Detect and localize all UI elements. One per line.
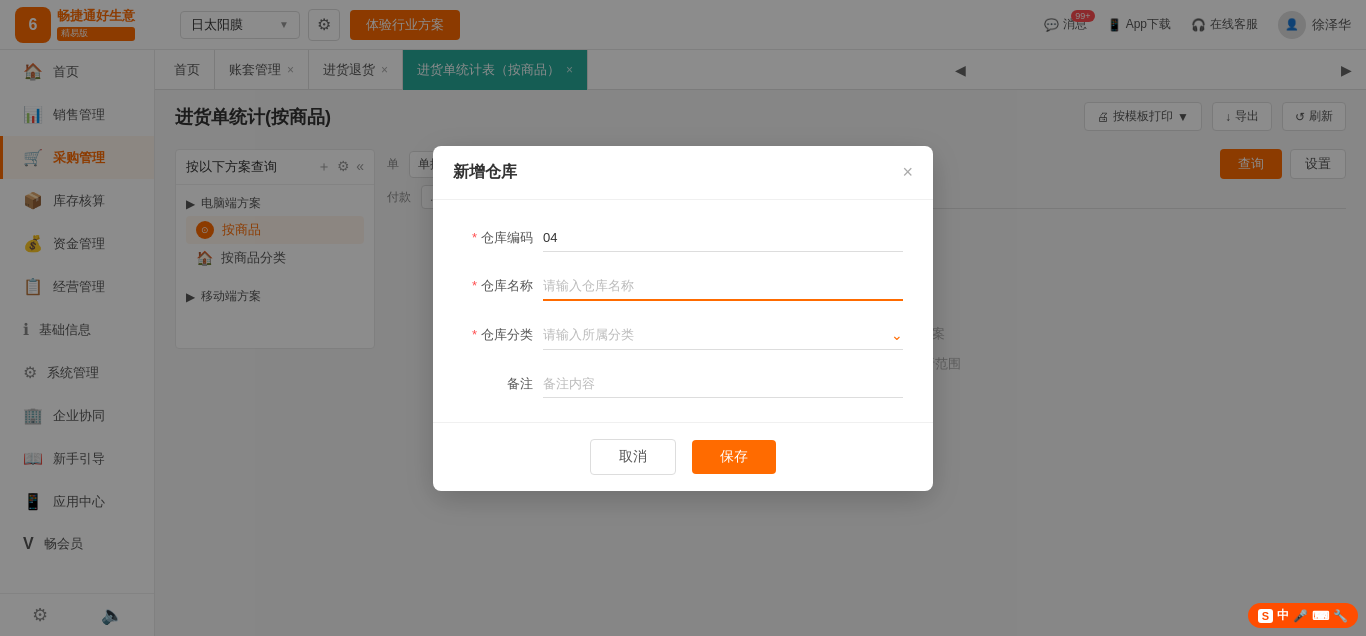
required-star-category: *: [472, 327, 477, 342]
bottom-right-badge: S 中 🎤 ⌨ 🔧: [1248, 603, 1358, 628]
required-star-code: *: [472, 230, 477, 245]
category-select[interactable]: ⌄: [543, 321, 903, 350]
dialog-footer: 取消 保存: [433, 422, 933, 491]
form-row-code: *仓库编码: [463, 224, 903, 252]
name-label: *仓库名称: [463, 277, 533, 295]
dialog-header: 新增仓库 ×: [433, 146, 933, 200]
category-arrow-icon: ⌄: [891, 327, 903, 343]
name-input[interactable]: [543, 272, 903, 301]
category-input[interactable]: [543, 327, 891, 342]
code-input[interactable]: [543, 224, 903, 252]
keyboard-icon: ⌨: [1312, 609, 1329, 623]
code-label: *仓库编码: [463, 229, 533, 247]
dialog-overlay[interactable]: 新增仓库 × *仓库编码 *仓库名称 *仓库分类: [0, 0, 1366, 636]
note-input[interactable]: [543, 370, 903, 398]
tools-icon: 🔧: [1333, 609, 1348, 623]
category-label: *仓库分类: [463, 326, 533, 344]
form-row-category: *仓库分类 ⌄: [463, 321, 903, 350]
save-button[interactable]: 保存: [692, 440, 776, 474]
note-label: 备注: [463, 375, 533, 393]
dialog-title: 新增仓库: [453, 162, 517, 183]
new-warehouse-dialog: 新增仓库 × *仓库编码 *仓库名称 *仓库分类: [433, 146, 933, 491]
s-logo: S: [1258, 609, 1273, 623]
cancel-button[interactable]: 取消: [590, 439, 676, 475]
form-row-note: 备注: [463, 370, 903, 398]
dialog-close-icon[interactable]: ×: [902, 163, 913, 181]
mic-icon: 🎤: [1293, 609, 1308, 623]
dialog-body: *仓库编码 *仓库名称 *仓库分类 ⌄: [433, 200, 933, 422]
form-row-name: *仓库名称: [463, 272, 903, 301]
chinese-label: 中: [1277, 607, 1289, 624]
required-star-name: *: [472, 278, 477, 293]
